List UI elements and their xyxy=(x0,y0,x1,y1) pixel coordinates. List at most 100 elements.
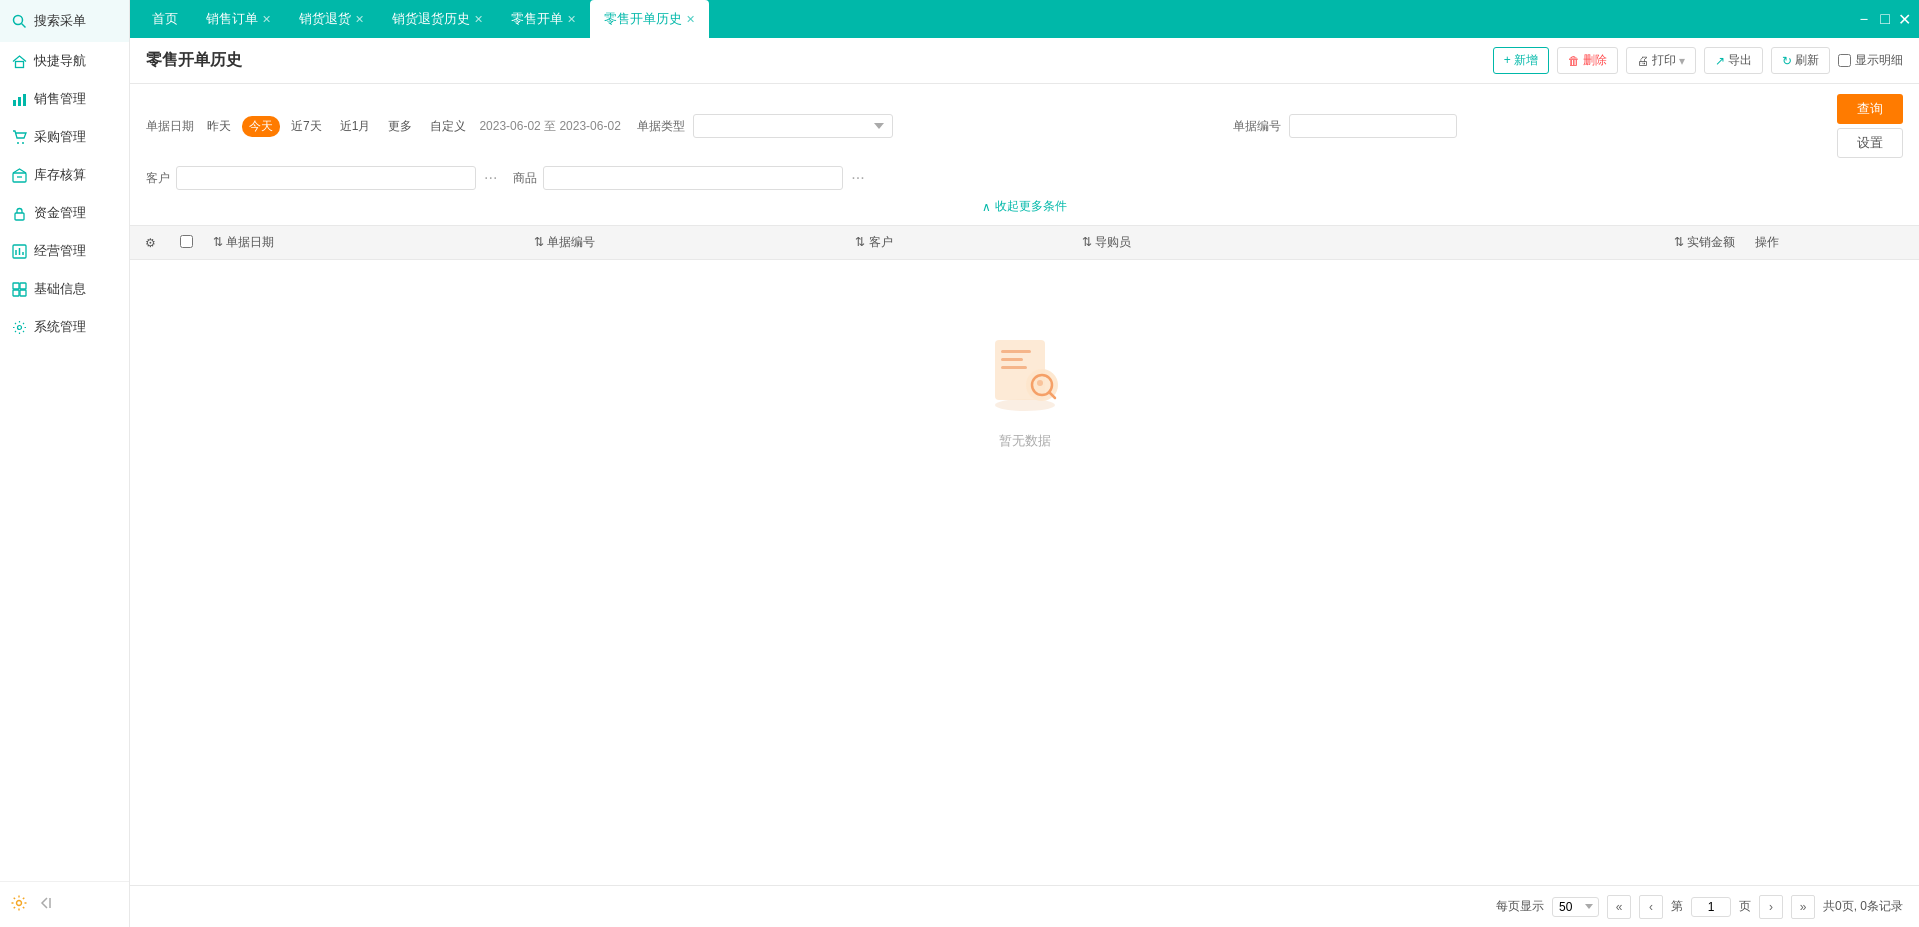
sidebar-item-sys-mgmt[interactable]: 系统管理 xyxy=(0,308,129,346)
sidebar-item-purchase-mgmt[interactable]: 采购管理 xyxy=(0,118,129,156)
customer-filter-input[interactable] xyxy=(176,166,476,190)
th-amount-label: ⇅ 实销金额 xyxy=(1674,235,1735,249)
type-filter-select[interactable] xyxy=(693,114,893,138)
date-filter-section: 单据日期 昨天 今天 近7天 近1月 更多 自定义 2023-06-02 至 2… xyxy=(146,116,621,137)
customer-filter-ellipsis[interactable]: ··· xyxy=(484,169,497,187)
sidebar: 搜索采单 快捷导航 销售管理 采购管理 xyxy=(0,0,130,927)
date-buttons: 昨天 今天 近7天 近1月 更多 自定义 xyxy=(200,116,473,137)
no-filter-section: 单据编号 xyxy=(1233,114,1813,138)
next-page-button[interactable]: › xyxy=(1759,895,1783,919)
tab-sales-return-label: 销货退货 xyxy=(299,10,351,28)
th-customer-label: ⇅ 客户 xyxy=(855,235,892,249)
tab-retail-open-history[interactable]: 零售开单历史 ✕ xyxy=(590,0,709,38)
total-text: 共0页, 0条记录 xyxy=(1823,898,1903,915)
tab-sales-return-close[interactable]: ✕ xyxy=(355,13,364,26)
print-button[interactable]: 🖨 打印 ▾ xyxy=(1626,47,1696,74)
window-close[interactable]: ✕ xyxy=(1898,10,1911,29)
th-salesperson[interactable]: ⇅ 导购员 xyxy=(1072,226,1346,260)
show-detail-checkbox[interactable] xyxy=(1838,54,1851,67)
th-customer[interactable]: ⇅ 客户 xyxy=(845,226,1071,260)
goods-filter-input[interactable] xyxy=(543,166,843,190)
sidebar-item-sales-mgmt[interactable]: 销售管理 xyxy=(0,80,129,118)
tab-sales-order[interactable]: 销售订单 ✕ xyxy=(192,0,285,38)
bar-icon xyxy=(10,242,28,260)
sidebar-item-quick-nav-label: 快捷导航 xyxy=(34,52,86,70)
th-amount[interactable]: ⇅ 实销金额 xyxy=(1424,226,1745,260)
tab-sales-return-history-close[interactable]: ✕ xyxy=(474,13,483,26)
collapse-filter-button[interactable]: ∧ 收起更多条件 xyxy=(982,198,1067,215)
gear-bottom-icon[interactable] xyxy=(10,894,28,915)
tab-sales-return-history[interactable]: 销货退货历史 ✕ xyxy=(378,0,497,38)
show-detail-label: 显示明细 xyxy=(1855,52,1903,69)
tab-retail-open[interactable]: 零售开单 ✕ xyxy=(497,0,590,38)
empty-state: 暂无数据 xyxy=(130,260,1919,510)
tab-sales-return[interactable]: 销货退货 ✕ xyxy=(285,0,378,38)
empty-state-text: 暂无数据 xyxy=(999,432,1051,450)
toolbar: 零售开单历史 + 新增 🗑 删除 🖨 打印 ▾ ↗ 导出 ↻ 刷新 显 xyxy=(130,38,1919,84)
sidebar-item-inventory[interactable]: 库存核算 xyxy=(0,156,129,194)
sidebar-item-operations[interactable]: 经营管理 xyxy=(0,232,129,270)
th-date[interactable]: ⇅ 单据日期 xyxy=(203,226,524,260)
select-all-checkbox[interactable] xyxy=(180,235,193,248)
svg-rect-26 xyxy=(1001,366,1027,369)
svg-rect-18 xyxy=(20,290,26,296)
sidebar-item-sys-mgmt-label: 系统管理 xyxy=(34,318,86,336)
date-filter-label: 单据日期 xyxy=(146,118,194,135)
svg-point-7 xyxy=(22,142,24,144)
no-filter-input[interactable] xyxy=(1289,114,1457,138)
collapse-sidebar-icon[interactable] xyxy=(36,894,54,915)
page-label-suffix: 页 xyxy=(1739,898,1751,915)
date-btn-7days[interactable]: 近7天 xyxy=(284,116,329,137)
sidebar-item-inventory-label: 库存核算 xyxy=(34,166,86,184)
svg-point-20 xyxy=(17,901,22,906)
page-number-input[interactable] xyxy=(1691,897,1731,917)
date-btn-today[interactable]: 今天 xyxy=(242,116,280,137)
th-ops-label: 操作 xyxy=(1755,235,1779,249)
goods-filter-ellipsis[interactable]: ··· xyxy=(851,169,864,187)
customer-filter-label: 客户 xyxy=(146,170,170,187)
per-page-select[interactable]: 10 20 50 100 xyxy=(1552,897,1599,917)
goods-filter-label: 商品 xyxy=(513,170,537,187)
tab-retail-open-history-close[interactable]: ✕ xyxy=(686,13,695,26)
query-button[interactable]: 查询 xyxy=(1837,94,1903,124)
show-detail-checkbox-label[interactable]: 显示明细 xyxy=(1838,52,1903,69)
search-icon xyxy=(10,12,28,30)
add-button[interactable]: + 新增 xyxy=(1493,47,1549,74)
th-checkbox[interactable] xyxy=(170,226,203,260)
last-page-button[interactable]: » xyxy=(1791,895,1815,919)
svg-line-1 xyxy=(21,23,25,27)
settings-gear-icon[interactable]: ⚙ xyxy=(145,236,156,250)
date-btn-more[interactable]: 更多 xyxy=(381,116,419,137)
th-no[interactable]: ⇅ 单据编号 xyxy=(524,226,845,260)
th-settings[interactable]: ⚙ xyxy=(130,226,170,260)
tab-sales-return-history-label: 销货退货历史 xyxy=(392,10,470,28)
sidebar-item-quick-nav[interactable]: 快捷导航 xyxy=(0,42,129,80)
prev-page-button[interactable]: ‹ xyxy=(1639,895,1663,919)
tab-home[interactable]: 首页 xyxy=(138,0,192,38)
date-btn-yesterday[interactable]: 昨天 xyxy=(200,116,238,137)
tab-home-label: 首页 xyxy=(152,10,178,28)
svg-point-6 xyxy=(17,142,19,144)
main-content: 首页 销售订单 ✕ 销货退货 ✕ 销货退货历史 ✕ 零售开单 ✕ 零售开单历史 … xyxy=(130,0,1919,927)
table-header-row: ⚙ ⇅ 单据日期 ⇅ 单据编号 ⇅ 客户 ⇅ 导购员 xyxy=(130,226,1919,260)
window-minimize[interactable]: － xyxy=(1856,9,1872,30)
per-page-label: 每页显示 xyxy=(1496,898,1544,915)
sidebar-item-finance-label: 资金管理 xyxy=(34,204,86,222)
settings-button[interactable]: 设置 xyxy=(1837,128,1903,158)
sidebar-item-base-info[interactable]: 基础信息 xyxy=(0,270,129,308)
refresh-label: 刷新 xyxy=(1795,52,1819,69)
date-btn-custom[interactable]: 自定义 xyxy=(423,116,473,137)
settings-circle-icon xyxy=(10,318,28,336)
goods-filter-section: 商品 ··· xyxy=(513,166,864,190)
window-maximize[interactable]: □ xyxy=(1880,10,1890,28)
sidebar-search[interactable]: 搜索采单 xyxy=(0,0,129,42)
sidebar-item-finance[interactable]: 资金管理 xyxy=(0,194,129,232)
refresh-button[interactable]: ↻ 刷新 xyxy=(1771,47,1830,74)
delete-button[interactable]: 🗑 删除 xyxy=(1557,47,1618,74)
date-btn-1month[interactable]: 近1月 xyxy=(333,116,378,137)
first-page-button[interactable]: « xyxy=(1607,895,1631,919)
tab-retail-open-close[interactable]: ✕ xyxy=(567,13,576,26)
date-range-text: 2023-06-02 至 2023-06-02 xyxy=(479,118,620,135)
export-button[interactable]: ↗ 导出 xyxy=(1704,47,1763,74)
tab-sales-order-close[interactable]: ✕ xyxy=(262,13,271,26)
